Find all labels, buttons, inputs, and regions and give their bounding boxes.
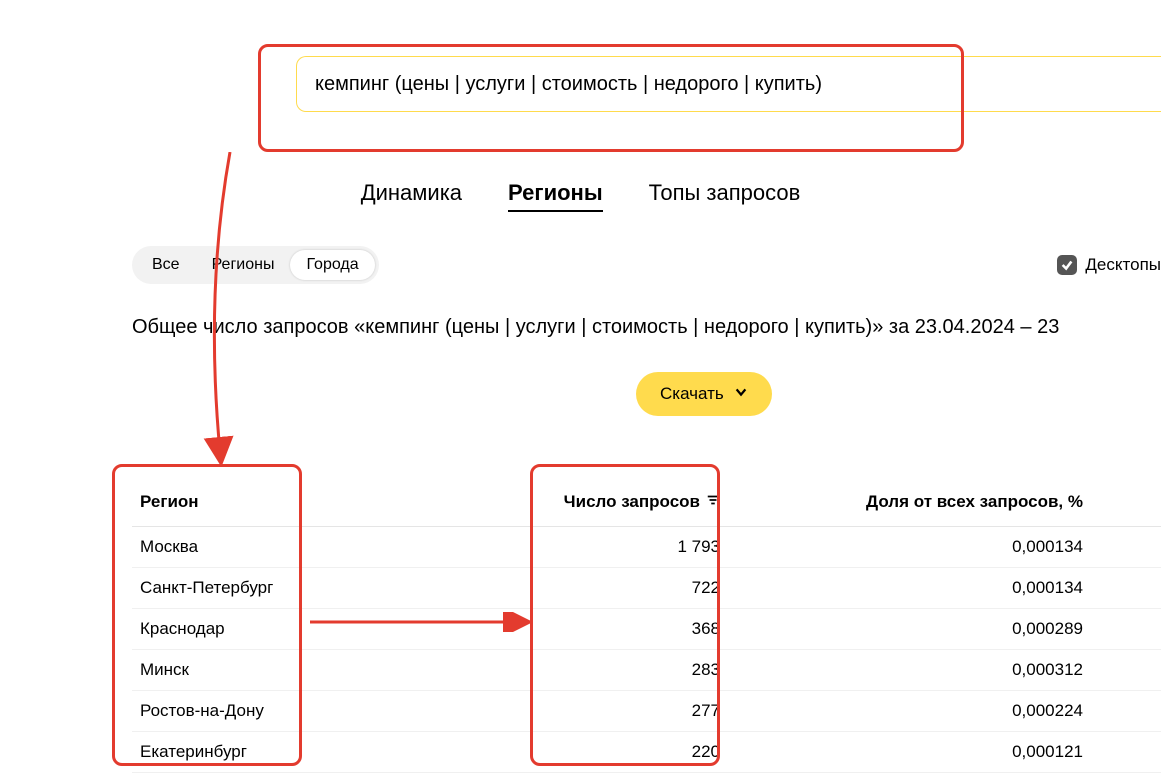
cell-region: Ростов-на-Дону — [140, 701, 540, 721]
cell-requests: 220 — [540, 742, 720, 762]
table-row[interactable]: Минск2830,000312 — [132, 650, 1161, 691]
download-button[interactable]: Скачать — [636, 372, 772, 416]
cell-region: Екатеринбург — [140, 742, 540, 762]
chevron-down-icon — [734, 384, 748, 404]
cell-region: Минск — [140, 660, 540, 680]
col-region[interactable]: Регион — [140, 492, 540, 512]
tab-regions[interactable]: Регионы — [508, 180, 603, 212]
region-segment: Все Регионы Города — [132, 246, 379, 284]
search-input[interactable] — [296, 56, 1161, 112]
table-row[interactable]: Санкт-Петербург7220,000134 — [132, 568, 1161, 609]
tab-top-queries[interactable]: Топы запросов — [649, 180, 801, 212]
table-row[interactable]: Ростов-на-Дону2770,000224 — [132, 691, 1161, 732]
cell-share: 0,000224 — [720, 701, 1153, 721]
results-table: Регион Число запросов Доля от всех запро… — [132, 478, 1161, 773]
cell-requests: 722 — [540, 578, 720, 598]
table-row[interactable]: Москва1 7930,000134 — [132, 527, 1161, 568]
download-label: Скачать — [660, 384, 724, 404]
cell-share: 0,000289 — [720, 619, 1153, 639]
col-requests[interactable]: Число запросов — [540, 492, 720, 512]
cell-requests: 283 — [540, 660, 720, 680]
tab-dynamics[interactable]: Динамика — [361, 180, 462, 212]
view-tabs: Динамика Регионы Топы запросов — [0, 180, 1161, 212]
cell-requests: 277 — [540, 701, 720, 721]
cell-share: 0,000312 — [720, 660, 1153, 680]
cell-region: Москва — [140, 537, 540, 557]
checkbox-checked-icon — [1057, 255, 1077, 275]
cell-share: 0,000134 — [720, 578, 1153, 598]
cell-region: Краснодар — [140, 619, 540, 639]
cell-requests: 1 793 — [540, 537, 720, 557]
table-row[interactable]: Краснодар3680,000289 — [132, 609, 1161, 650]
table-header: Регион Число запросов Доля от всех запро… — [132, 478, 1161, 527]
cell-requests: 368 — [540, 619, 720, 639]
filter-row: Все Регионы Города Десктопы — [132, 246, 1161, 284]
cell-share: 0,000134 — [720, 537, 1153, 557]
summary-text: Общее число запросов «кемпинг (цены | ус… — [132, 316, 1161, 339]
col-share[interactable]: Доля от всех запросов, % — [720, 492, 1153, 512]
sort-desc-icon — [706, 492, 720, 512]
desktop-checkbox-label: Десктопы — [1085, 255, 1161, 275]
desktop-checkbox[interactable]: Десктопы — [1057, 255, 1161, 275]
cell-region: Санкт-Петербург — [140, 578, 540, 598]
segment-regions[interactable]: Регионы — [196, 250, 291, 280]
table-row[interactable]: Екатеринбург2200,000121 — [132, 732, 1161, 773]
segment-all[interactable]: Все — [136, 250, 196, 280]
cell-share: 0,000121 — [720, 742, 1153, 762]
segment-cities[interactable]: Города — [290, 250, 374, 280]
